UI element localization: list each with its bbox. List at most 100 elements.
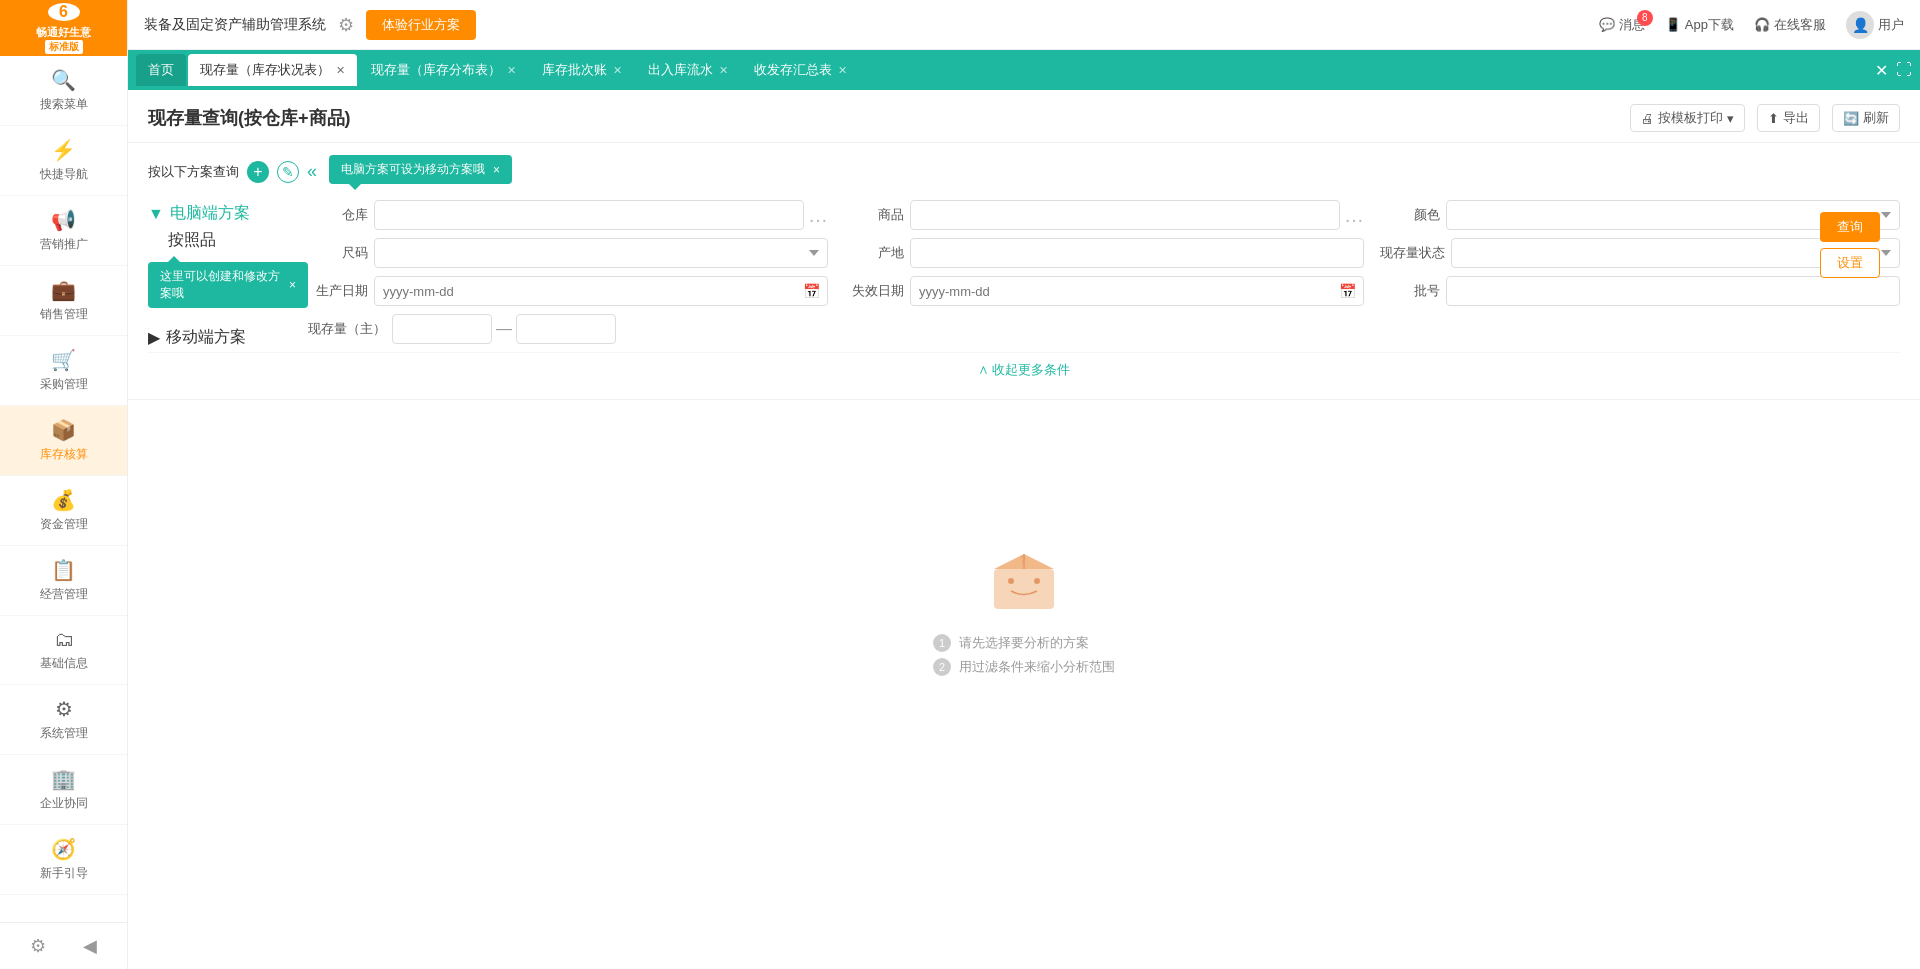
sidebar-item-inventory[interactable]: 📦 库存核算 [0,406,127,476]
sidebar-item-finance[interactable]: 💰 资金管理 [0,476,127,546]
refresh-icon: 🔄 [1843,111,1859,126]
scheme-node-mobile[interactable]: ▶ 移动端方案 [148,324,308,351]
scheme-tooltip-1-close[interactable]: × [493,163,500,177]
enterprise-icon: 🏢 [51,767,76,791]
hint-text-1: 请先选择要分析的方案 [959,634,1089,652]
expiry-date-label: 失效日期 [844,282,904,300]
refresh-button[interactable]: 🔄 刷新 [1832,104,1900,132]
close-all-tabs-icon[interactable]: ✕ [1875,61,1888,80]
chevron-down-icon: ▾ [1727,111,1734,126]
filter-scheme-area: ▼ 电脑端方案 按照品 这里可以创建和修改方案哦 × [148,200,308,352]
warehouse-dots[interactable]: … [808,204,828,227]
scheme-tooltip-1: 电脑方案可设为移动方案哦 × [329,155,512,184]
export-icon: ⬆ [1768,111,1779,126]
stock-main-label: 现存量（主） [308,320,386,338]
close-tab-inventory-status[interactable]: ✕ [336,64,345,77]
filter-row-2: 尺码 产地 现存量状态 [308,238,1900,268]
collapse-sidebar-icon[interactable]: ◀ [83,935,97,957]
sidebar-item-quick-nav[interactable]: ⚡ 快捷导航 [0,126,127,196]
goods-input[interactable] [910,200,1340,230]
guide-icon: 🧭 [51,837,76,861]
query-button[interactable]: 查询 [1820,212,1880,242]
close-tab-inventory-dist[interactable]: ✕ [507,64,516,77]
scheme-desktop-label: 电脑端方案 [170,203,250,224]
empty-hint-2: 2 用过滤条件来缩小分析范围 [933,658,1115,676]
svg-text:?: ? [1020,555,1026,566]
app-badge: 标准版 [45,40,83,54]
stock-main-from-input[interactable] [392,314,492,344]
empty-illustration: ? [974,524,1074,624]
svg-point-3 [1008,578,1014,584]
user-avatar: 👤 [1846,11,1874,39]
batch-label: 批号 [1380,282,1440,300]
warehouse-label: 仓库 [308,206,368,224]
sidebar-item-enterprise[interactable]: 🏢 企业协同 [0,755,127,825]
filter-main: ▼ 电脑端方案 按照品 这里可以创建和修改方案哦 × [148,200,1900,352]
print-button[interactable]: 🖨 按模板打印 ▾ [1630,104,1745,132]
app-download-item[interactable]: 📱 App下载 [1665,16,1734,34]
settings-icon[interactable]: ⚙ [338,14,354,36]
page-title: 现存量查询(按仓库+商品) [148,106,351,130]
scheme-children-desktop: 按照品 [168,227,308,254]
production-date-input[interactable] [374,276,828,306]
warehouse-input[interactable] [374,200,804,230]
expand-tabs-icon[interactable]: ⛶ [1896,61,1912,80]
settings-bottom-icon[interactable]: ⚙ [30,935,46,957]
mobile-icon: 📱 [1665,17,1681,32]
production-date-calendar-icon[interactable]: 📅 [803,283,820,299]
tab-batch-ledger[interactable]: 库存批次账 ✕ [530,54,634,86]
sidebar-item-purchase[interactable]: 🛒 采购管理 [0,336,127,406]
close-tab-batch-ledger[interactable]: ✕ [613,64,622,77]
tab-inventory-dist[interactable]: 现存量（库存分布表） ✕ [359,54,528,86]
marketing-icon: 📢 [51,208,76,232]
batch-input[interactable] [1446,276,1900,306]
sidebar-item-sales[interactable]: 💼 销售管理 [0,266,127,336]
close-tab-in-out-flow[interactable]: ✕ [719,64,728,77]
collapse-up-icon: ∧ [978,362,989,377]
scheme-child-item[interactable]: 按照品 [168,227,308,254]
filter-header-label: 按以下方案查询 [148,163,239,181]
export-button[interactable]: ⬆ 导出 [1757,104,1820,132]
purchase-icon: 🛒 [51,348,76,372]
sidebar-item-guide[interactable]: 🧭 新手引导 [0,825,127,895]
scheme-tooltip-2-close[interactable]: × [289,278,296,292]
tab-receipt-summary[interactable]: 收发存汇总表 ✕ [742,54,859,86]
scheme-node-desktop[interactable]: ▼ 电脑端方案 [148,200,308,227]
stock-main-range: — [392,314,616,344]
expiry-date-input[interactable] [910,276,1364,306]
search-menu-icon: 🔍 [51,68,76,92]
sidebar-item-operations[interactable]: 📋 经营管理 [0,546,127,616]
close-tab-receipt-summary[interactable]: ✕ [838,64,847,77]
reset-button[interactable]: 设置 [1820,248,1880,278]
filter-row-3: 生产日期 📅 失效日期 📅 [308,276,1900,306]
origin-input[interactable] [910,238,1364,268]
tab-home[interactable]: 首页 [136,54,186,86]
sidebar-item-basic[interactable]: 🗂 基础信息 [0,616,127,685]
notification-item[interactable]: 💬 消息 8 [1599,16,1645,34]
goods-dots[interactable]: … [1344,204,1364,227]
filter-row-1: 仓库 … 商品 … [308,200,1900,230]
industry-plan-button[interactable]: 体验行业方案 [366,10,476,40]
stock-main-to-input[interactable] [516,314,616,344]
filter-add-button[interactable]: + [247,161,269,183]
svg-point-4 [1034,578,1040,584]
operations-icon: 📋 [51,558,76,582]
sidebar-item-search-menu[interactable]: 🔍 搜索菜单 [0,56,127,126]
basic-icon: 🗂 [54,628,74,651]
expiry-date-calendar-icon[interactable]: 📅 [1339,283,1356,299]
sidebar-item-marketing[interactable]: 📢 营销推广 [0,196,127,266]
sidebar-footer: ⚙ ◀ [0,922,127,969]
filter-back-button[interactable]: « [307,161,317,182]
sidebar-item-system[interactable]: ⚙ 系统管理 [0,685,127,755]
online-service-item[interactable]: 🎧 在线客服 [1754,16,1826,34]
hint-num-1: 1 [933,634,951,652]
scheme-tooltip-2-text: 这里可以创建和修改方案哦 [160,268,281,302]
tab-in-out-flow[interactable]: 出入库流水 ✕ [636,54,740,86]
tab-inventory-status[interactable]: 现存量（库存状况表） ✕ [188,54,357,86]
filter-edit-button[interactable]: ✎ [277,161,299,183]
logo-icon: 6 [48,3,80,21]
size-select[interactable] [374,238,828,268]
filter-cell-batch: 批号 [1380,276,1900,306]
collapse-more-button[interactable]: ∧ 收起更多条件 [148,352,1900,387]
user-item[interactable]: 👤 用户 [1846,11,1904,39]
